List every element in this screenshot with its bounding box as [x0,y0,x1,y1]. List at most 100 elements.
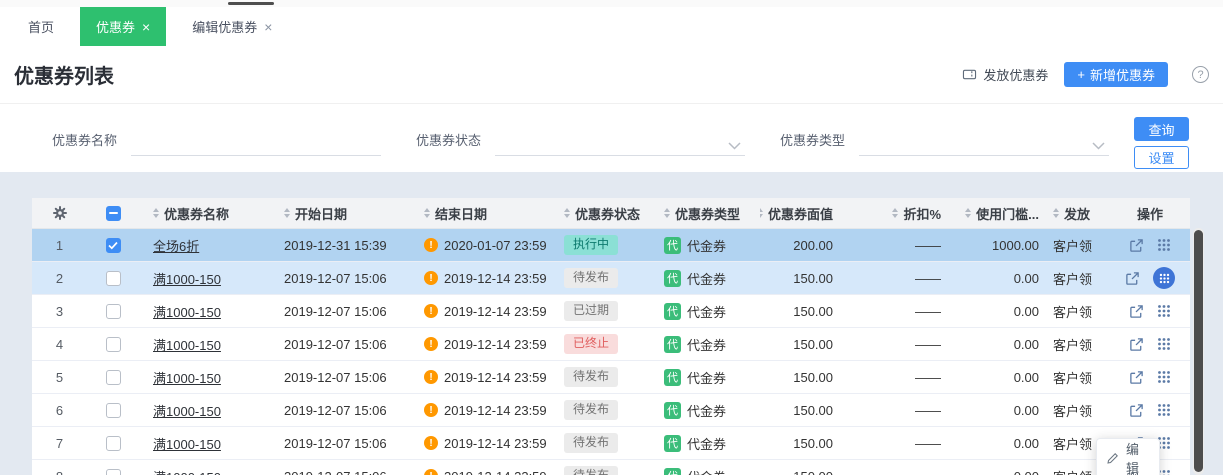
table-row[interactable]: 7 满1000-150 2019-12-07 15:06! 2019-12-14 23… [32,427,1190,460]
status-badge: 待发布 [564,466,619,475]
start-date-cell: 2019-12-07 15:06 [284,303,387,319]
horizontal-scrollbar-thumb[interactable] [228,2,274,5]
header-operations: 操作 [1110,198,1190,228]
type-cell: 代代金券 [656,361,760,393]
sort-icon [284,208,290,218]
row-checkbox[interactable] [105,336,121,352]
coupon-name-label: 优惠券名称 [52,133,118,148]
content-area: 优惠券名称 开始日期 结束日期 优惠券状态 优惠券类型 优惠券面值 折扣% 使用… [0,172,1223,475]
coupon-name-cell: 满1000-150 [139,361,276,393]
type-label: 代金券 [687,271,727,287]
type-cell: 代代金券 [656,460,760,475]
row-checkbox[interactable] [105,435,121,451]
row-checkbox[interactable] [105,402,121,418]
tab-coupon[interactable]: 优惠券 × [80,7,167,46]
coupon-name-link[interactable]: 满1000-150 [153,302,221,321]
export-icon[interactable] [1129,337,1144,352]
create-coupon-button[interactable]: + 新增优惠券 [1064,62,1168,87]
help-icon[interactable]: ? [1192,66,1209,83]
coupon-name-cell: 满1000-150 [139,394,276,426]
table-row[interactable]: 4 满1000-150 2019-12-07 15:06! 2019-12-14 23… [32,328,1190,361]
create-coupon-label: 新增优惠券 [1089,68,1155,83]
settings-button[interactable]: 设置 [1134,146,1189,169]
coupon-name-link[interactable]: 满1000-150 [153,401,221,420]
table-row[interactable]: 1 全场6折 2019-12-31 15:39! 2020-01-07 23:59 执行… [32,229,1190,262]
query-button[interactable]: 查询 [1134,117,1189,141]
warning-icon: ! [424,403,438,417]
sort-icon [892,208,899,218]
warning-icon: ! [424,304,438,318]
row-checkbox[interactable] [105,237,121,253]
face-value-cell: 150.00 [793,435,833,451]
header-status[interactable]: 优惠券状态 [556,198,656,228]
row-actions [1110,229,1190,261]
header-discount[interactable]: 折扣% [875,198,953,228]
tab-home[interactable]: 首页 [12,7,70,46]
header-start-date[interactable]: 开始日期 [276,198,416,228]
table-row[interactable]: 3 满1000-150 2019-12-07 15:06! 2019-12-14 23… [32,295,1190,328]
status-cell: 待发布 [556,361,656,393]
export-icon[interactable] [1129,403,1144,418]
more-grid-icon[interactable] [1157,370,1171,384]
coupon-name-link[interactable]: 全场6折 [153,236,199,255]
status-cell: 待发布 [556,394,656,426]
coupon-type-select[interactable] [859,128,1110,156]
row-index: 2 [55,270,64,286]
coupon-name-link[interactable]: 满1000-150 [153,368,221,387]
type-cell: 代代金券 [656,328,760,360]
threshold-cell: 0.00 [1013,369,1039,385]
coupon-name-input[interactable] [131,128,382,156]
table-row[interactable]: 2 满1000-150 2019-12-07 15:06! 2019-12-14 23… [32,262,1190,295]
coupon-status-select[interactable] [495,128,746,156]
row-index: 7 [55,435,64,451]
threshold-cell: 1000.00 [992,237,1039,253]
header-type[interactable]: 优惠券类型 [656,198,760,228]
coupon-name-link[interactable]: 满1000-150 [153,434,221,453]
row-checkbox[interactable] [105,369,121,385]
table-row[interactable]: 5 满1000-150 2019-12-07 15:06! 2019-12-14 23… [32,361,1190,394]
header-face-value[interactable]: 优惠券面值 [760,198,875,228]
vertical-scrollbar[interactable] [1193,228,1204,475]
export-icon[interactable] [1129,238,1144,253]
select-all-checkbox[interactable] [105,205,121,221]
vertical-scrollbar-thumb[interactable] [1194,230,1203,472]
table-row[interactable]: 8 满1000-150 2019-12-07 15:06! 2019-12-14 23… [32,460,1190,475]
coupon-name-link[interactable]: 满1000-150 [153,269,221,288]
voucher-type-icon: 代 [664,335,681,353]
export-icon[interactable] [1129,370,1144,385]
export-icon[interactable] [1129,304,1144,319]
header-coupon-name[interactable]: 优惠券名称 [139,198,276,228]
coupon-name-link[interactable]: 满1000-150 [153,335,221,354]
row-checkbox[interactable] [105,468,121,475]
header-end-date[interactable]: 结束日期 [416,198,556,228]
status-cell: 待发布 [556,427,656,459]
type-cell: 代代金券 [656,394,760,426]
export-icon[interactable] [1125,271,1140,286]
header-issue[interactable]: 发放 [1045,198,1110,228]
row-checkbox[interactable] [105,303,121,319]
row-index: 1 [55,237,64,253]
more-grid-icon[interactable] [1157,403,1171,417]
issue-cell: 客户领 [1053,337,1093,353]
more-grid-icon-active[interactable] [1153,267,1175,289]
distribute-coupon-button[interactable]: 发放优惠券 [962,65,1048,84]
row-index: 3 [55,303,64,319]
discount-cell: —— [915,336,941,352]
coupon-name-link[interactable]: 满1000-150 [153,467,221,475]
column-settings-header[interactable] [32,198,87,228]
more-grid-icon[interactable] [1157,337,1171,351]
row-checkbox-cell [87,328,139,360]
tab-edit-coupon[interactable]: 编辑优惠券 × [176,7,288,46]
row-actions [1110,394,1190,426]
close-icon[interactable]: × [142,20,150,34]
close-icon[interactable]: × [264,20,272,34]
gear-icon[interactable] [52,205,68,221]
header-threshold[interactable]: 使用门槛... [953,198,1045,228]
more-grid-icon[interactable] [1157,238,1171,252]
table-row[interactable]: 6 满1000-150 2019-12-07 15:06! 2019-12-14 23… [32,394,1190,427]
row-actions [1110,328,1190,360]
more-grid-icon[interactable] [1157,304,1171,318]
row-checkbox[interactable] [105,270,121,286]
end-date-cell: ! 2019-12-14 23:59 [416,460,556,475]
type-cell: 代代金券 [656,229,760,261]
